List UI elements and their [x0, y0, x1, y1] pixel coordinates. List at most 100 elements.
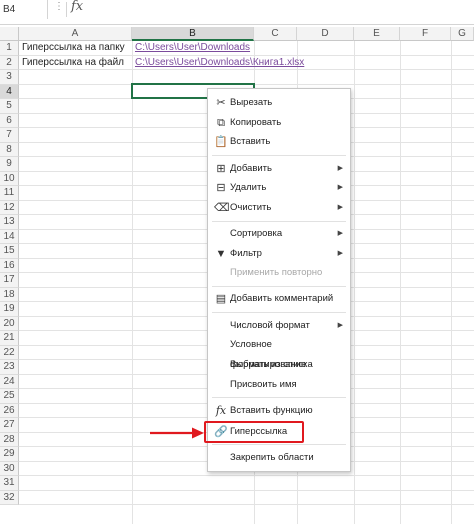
menu-item-label: Фильтр: [230, 248, 262, 259]
cell-a2[interactable]: Гиперссылка на файл: [22, 56, 124, 70]
column-header-c[interactable]: C: [254, 27, 297, 41]
menu-item-add-comment[interactable]: ▤ Добавить комментарий: [208, 289, 350, 309]
menu-item-label: Выбрать из списка: [230, 359, 313, 370]
row-header-15[interactable]: 15: [0, 244, 19, 259]
menu-item-label: Сортировка: [230, 228, 283, 239]
row-header-24[interactable]: 24: [0, 374, 19, 389]
row-line: [19, 475, 474, 476]
context-menu: ✂ Вырезать ⧉ Копировать 📋 Вставить ⊞ Доб…: [207, 88, 351, 472]
row-header-9[interactable]: 9: [0, 157, 19, 172]
menu-item-reapply: Применить повторно: [208, 263, 350, 283]
menu-separator: [212, 397, 346, 398]
column-header-g[interactable]: G: [451, 27, 474, 41]
row-header-19[interactable]: 19: [0, 302, 19, 317]
row-header-7[interactable]: 7: [0, 128, 19, 143]
filter-icon: ▼: [215, 248, 227, 260]
menu-item-cut[interactable]: ✂ Вырезать: [208, 93, 350, 113]
menu-item-label: Присвоить имя: [230, 379, 297, 390]
menu-item-paste[interactable]: 📋 Вставить: [208, 132, 350, 152]
menu-item-label: Очистить: [230, 202, 272, 213]
row-header-23[interactable]: 23: [0, 360, 19, 375]
formula-bar: B4 ⋮ fx: [0, 0, 474, 25]
fx-icon[interactable]: fx: [71, 0, 83, 14]
row-header-4[interactable]: 4: [0, 84, 19, 99]
row-header-32[interactable]: 32: [0, 490, 19, 505]
submenu-arrow-icon: ▶: [337, 230, 343, 237]
menu-separator: [212, 286, 346, 287]
row-line: [19, 504, 474, 505]
row-header-25[interactable]: 25: [0, 389, 19, 404]
row-header-2[interactable]: 2: [0, 55, 19, 70]
cell-b1-hyperlink[interactable]: C:\Users\User\Downloads: [135, 41, 250, 55]
col-line: [354, 41, 355, 524]
delete-cells-icon: ⊟: [216, 182, 226, 194]
row-header-8[interactable]: 8: [0, 142, 19, 157]
column-header-f[interactable]: F: [400, 27, 451, 41]
menu-item-label: Удалить: [230, 182, 267, 193]
menu-item-label: Вставить функцию: [230, 405, 313, 416]
submenu-arrow-icon: ▶: [337, 204, 343, 211]
cell-b2-hyperlink[interactable]: C:\Users\User\Downloads\Книга1.xlsx: [135, 56, 304, 70]
submenu-arrow-icon: ▶: [337, 250, 343, 257]
menu-item-delete[interactable]: ⊟ Удалить ▶: [208, 178, 350, 198]
row-header-20[interactable]: 20: [0, 316, 19, 331]
menu-item-clear[interactable]: ⌫ Очистить ▶: [208, 198, 350, 218]
menu-item-conditional-format[interactable]: Условное форматирование: [208, 335, 350, 370]
clipboard-icon: 📋: [214, 136, 228, 148]
menu-item-filter[interactable]: ▼ Фильтр ▶: [208, 244, 350, 264]
col-line: [132, 41, 133, 524]
submenu-arrow-icon: ▶: [337, 322, 343, 329]
menu-separator: [212, 155, 346, 156]
row-header-22[interactable]: 22: [0, 345, 19, 360]
row-header-6[interactable]: 6: [0, 113, 19, 128]
hyperlink-highlight-box: [204, 421, 304, 443]
submenu-arrow-icon: ▶: [337, 184, 343, 191]
menu-item-freeze-panes[interactable]: Закрепить области: [208, 448, 350, 468]
row-header-5[interactable]: 5: [0, 99, 19, 114]
row-header-21[interactable]: 21: [0, 331, 19, 346]
row-header-30[interactable]: 30: [0, 461, 19, 476]
row-header-12[interactable]: 12: [0, 200, 19, 215]
menu-item-label: Вырезать: [230, 97, 273, 108]
row-header-10[interactable]: 10: [0, 171, 19, 186]
column-header-d[interactable]: D: [297, 27, 354, 41]
annotation-arrow-icon: [150, 427, 204, 439]
row-header-18[interactable]: 18: [0, 287, 19, 302]
row-header-26[interactable]: 26: [0, 403, 19, 418]
menu-item-pick-from-list[interactable]: Выбрать из списка: [208, 355, 350, 375]
row-header-16[interactable]: 16: [0, 258, 19, 273]
row-header-11[interactable]: 11: [0, 186, 19, 201]
menu-item-copy[interactable]: ⧉ Копировать: [208, 113, 350, 133]
menu-item-label: Числовой формат: [230, 320, 310, 331]
comment-icon: ▤: [215, 293, 227, 305]
menu-separator: [212, 221, 346, 222]
row-header-3[interactable]: 3: [0, 70, 19, 85]
row-header-28[interactable]: 28: [0, 432, 19, 447]
more-icon[interactable]: ⋮: [54, 1, 64, 12]
row-header-29[interactable]: 29: [0, 447, 19, 462]
row-header-17[interactable]: 17: [0, 273, 19, 288]
menu-item-insert-function[interactable]: fx Вставить функцию: [208, 401, 350, 421]
row-header-27[interactable]: 27: [0, 418, 19, 433]
row-header-31[interactable]: 31: [0, 476, 19, 491]
scissors-icon: ✂: [216, 97, 226, 109]
column-header-e[interactable]: E: [354, 27, 400, 41]
column-header-b[interactable]: B: [132, 27, 254, 41]
row-header-13[interactable]: 13: [0, 215, 19, 230]
function-icon: fx: [215, 404, 227, 417]
cell-a1[interactable]: Гиперссылка на папку: [22, 41, 125, 55]
col-line: [400, 41, 401, 524]
menu-item-number-format[interactable]: Числовой формат ▶: [208, 316, 350, 336]
column-header-a[interactable]: A: [19, 27, 132, 41]
menu-item-define-name[interactable]: Присвоить имя: [208, 375, 350, 395]
menu-item-label: Закрепить области: [230, 452, 314, 463]
select-all-corner[interactable]: [0, 27, 19, 41]
menu-item-insert[interactable]: ⊞ Добавить ▶: [208, 159, 350, 179]
copy-icon: ⧉: [217, 117, 225, 129]
menu-item-sort[interactable]: Сортировка ▶: [208, 224, 350, 244]
formula-separator: [66, 2, 67, 17]
menu-item-label: Добавить: [230, 163, 272, 174]
name-box[interactable]: B4: [0, 0, 48, 19]
row-header-14[interactable]: 14: [0, 229, 19, 244]
row-header-1[interactable]: 1: [0, 41, 19, 56]
